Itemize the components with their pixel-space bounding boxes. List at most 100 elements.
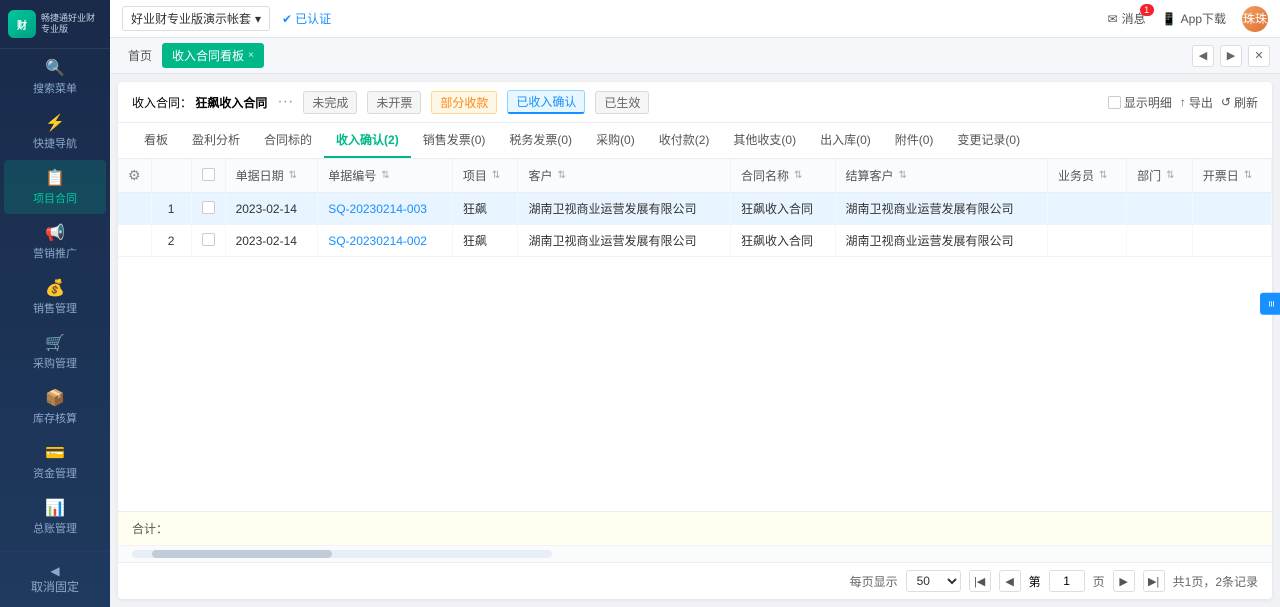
tab-close-btn[interactable]: × <box>248 50 254 61</box>
detail-checkbox[interactable] <box>1108 96 1121 109</box>
status-incomplete[interactable]: 未完成 <box>303 91 357 114</box>
user-menu-btn[interactable]: 珠珠 <box>1242 6 1268 32</box>
tab-change-log[interactable]: 变更记录(0) <box>945 123 1032 158</box>
org-selector[interactable]: 好业财专业版演示帐套 ▾ <box>122 6 270 31</box>
tab-active-label: 收入合同看板 <box>172 47 244 64</box>
first-page-btn[interactable]: |◀ <box>969 570 991 592</box>
refresh-icon: ↺ <box>1221 95 1231 109</box>
tab-other-income[interactable]: 其他收支(0) <box>721 123 808 158</box>
more-btn[interactable]: ··· <box>277 93 293 111</box>
row1-code[interactable]: SQ-20230214-003 <box>318 193 453 225</box>
app-download-btn[interactable]: 📱 App下载 <box>1162 10 1226 27</box>
funds-icon: 💳 <box>45 443 65 463</box>
inventory-icon: 📦 <box>45 388 65 408</box>
tab-kanban[interactable]: 看板 <box>132 123 180 158</box>
page-number-input[interactable] <box>1049 570 1085 592</box>
float-action-btn[interactable]: ≡ <box>1260 292 1280 314</box>
sort-code-icon: ⇅ <box>381 170 389 181</box>
row1-customer: 湖南卫视商业运营发展有限公司 <box>518 193 730 225</box>
th-customer[interactable]: 客户 ⇅ <box>518 159 730 193</box>
sidebar-item-project[interactable]: 📋 项目合同 <box>4 160 106 214</box>
row1-code-link[interactable]: SQ-20230214-003 <box>328 202 427 216</box>
sidebar-item-purchase[interactable]: 🛒 采购管理 <box>4 325 106 379</box>
row1-check[interactable] <box>191 193 225 225</box>
settings-icon[interactable]: ⚙ <box>128 167 141 183</box>
sidebar-inventory-label: 库存核算 <box>33 410 77 426</box>
tab-income-contract[interactable]: 收入合同看板 × <box>162 43 264 68</box>
page-size-select[interactable]: 50 20 100 <box>906 570 961 592</box>
next-page-btn[interactable]: ▶ <box>1113 570 1135 592</box>
tab-next-btn[interactable]: ▶ <box>1220 45 1242 67</box>
total-label: 合计： <box>132 520 168 537</box>
sidebar-item-accounting[interactable]: 📊 总账管理 <box>4 490 106 544</box>
sort-customer-icon: ⇅ <box>557 170 565 181</box>
th-settings[interactable]: ⚙ <box>118 159 151 193</box>
sidebar-item-search[interactable]: 🔍 搜索菜单 <box>4 50 106 104</box>
sidebar-item-funds[interactable]: 💳 资金管理 <box>4 435 106 489</box>
th-check[interactable] <box>191 159 225 193</box>
th-open-date[interactable]: 开票日 ⇅ <box>1192 159 1271 193</box>
tab-home[interactable]: 首页 <box>120 47 160 64</box>
refresh-btn[interactable]: ↺ 刷新 <box>1221 94 1258 111</box>
show-detail-toggle[interactable]: 显示明细 <box>1108 94 1172 111</box>
row1-project: 狂飙 <box>452 193 518 225</box>
row2-code-link[interactable]: SQ-20230214-002 <box>328 234 427 248</box>
tab-prev-btn[interactable]: ◀ <box>1192 45 1214 67</box>
th-billing-customer[interactable]: 结算客户 ⇅ <box>835 159 1047 193</box>
status-partial[interactable]: 部分收款 <box>431 91 497 114</box>
sidebar-funds-label: 资金管理 <box>33 465 77 481</box>
tab-attachment[interactable]: 附件(0) <box>883 123 946 158</box>
scrollbar-thumb[interactable] <box>152 550 332 558</box>
sort-salesperson-icon: ⇅ <box>1099 170 1107 181</box>
status-confirmed[interactable]: 已收入确认 <box>507 90 585 114</box>
sort-contract-icon: ⇅ <box>794 170 802 181</box>
row2-date: 2023-02-14 <box>225 225 318 257</box>
export-btn[interactable]: ↑ 导出 <box>1180 94 1213 111</box>
tab-profit[interactable]: 盈利分析 <box>180 123 252 158</box>
table-row[interactable]: 2 2023-02-14 SQ-20230214-002 狂飙 <box>118 225 1272 257</box>
tab-payment[interactable]: 收付款(2) <box>647 123 722 158</box>
row2-check[interactable] <box>191 225 225 257</box>
sidebar: 财 畅捷通好业财 专业版 🔍 搜索菜单 ⚡ 快捷导航 📋 项目合同 📢 营销推广… <box>0 0 110 607</box>
row1-contract-name: 狂飙收入合同 <box>730 193 835 225</box>
th-salesperson[interactable]: 业务员 ⇅ <box>1048 159 1127 193</box>
row2-code[interactable]: SQ-20230214-002 <box>318 225 453 257</box>
horizontal-scrollbar[interactable] <box>132 550 552 558</box>
sidebar-item-quicknav[interactable]: ⚡ 快捷导航 <box>4 105 106 159</box>
tab-tax-invoice[interactable]: 税务发票(0) <box>497 123 584 158</box>
th-code[interactable]: 单据编号 ⇅ <box>318 159 453 193</box>
row1-department <box>1127 193 1193 225</box>
sidebar-collapse-btn[interactable]: ◀ 取消固定 <box>27 560 83 599</box>
last-page-btn[interactable]: ▶| <box>1143 570 1165 592</box>
tab-contract-standard[interactable]: 合同标的 <box>252 123 324 158</box>
per-page-label: 每页显示 <box>850 573 898 590</box>
tab-purchase[interactable]: 采购(0) <box>584 123 647 158</box>
status-active[interactable]: 已生效 <box>595 91 649 114</box>
row2-checkbox[interactable] <box>202 233 215 246</box>
row1-num: 1 <box>151 193 191 225</box>
sidebar-item-marketing[interactable]: 📢 营销推广 <box>4 215 106 269</box>
th-contract-name[interactable]: 合同名称 ⇅ <box>730 159 835 193</box>
th-date[interactable]: 单据日期 ⇅ <box>225 159 318 193</box>
tab-sales-invoice[interactable]: 销售发票(0) <box>411 123 498 158</box>
tab-close-all-btn[interactable]: ✕ <box>1248 45 1270 67</box>
header-checkbox[interactable] <box>202 168 215 181</box>
row2-customer: 湖南卫视商业运营发展有限公司 <box>518 225 730 257</box>
row2-billing-customer: 湖南卫视商业运营发展有限公司 <box>835 225 1047 257</box>
pagination-bar: 每页显示 50 20 100 |◀ ◀ 第 页 ▶ ▶| 共1页，2条记录 <box>118 562 1272 599</box>
content-panel: 收入合同： 狂飙收入合同 ··· 未完成 未开票 部分收款 已收入确认 已生效 <box>118 82 1272 599</box>
tab-income-confirm[interactable]: 收入确认(2) <box>324 123 411 158</box>
table-row[interactable]: 1 2023-02-14 SQ-20230214-003 狂飙 <box>118 193 1272 225</box>
prev-page-btn[interactable]: ◀ <box>999 570 1021 592</box>
status-unopened[interactable]: 未开票 <box>367 91 421 114</box>
org-name: 好业财专业版演示帐套 <box>131 10 251 27</box>
header-actions: 显示明细 ↑ 导出 ↺ 刷新 <box>1108 94 1258 111</box>
sidebar-item-inventory[interactable]: 📦 库存核算 <box>4 380 106 434</box>
tab-warehouse[interactable]: 出入库(0) <box>808 123 883 158</box>
th-project[interactable]: 项目 ⇅ <box>452 159 518 193</box>
message-btn[interactable]: ✉ 消息 1 <box>1108 10 1146 27</box>
total-info: 共1页，2条记录 <box>1173 573 1258 590</box>
th-department[interactable]: 部门 ⇅ <box>1127 159 1193 193</box>
row1-checkbox[interactable] <box>202 201 215 214</box>
sidebar-item-sales[interactable]: 💰 销售管理 <box>4 270 106 324</box>
